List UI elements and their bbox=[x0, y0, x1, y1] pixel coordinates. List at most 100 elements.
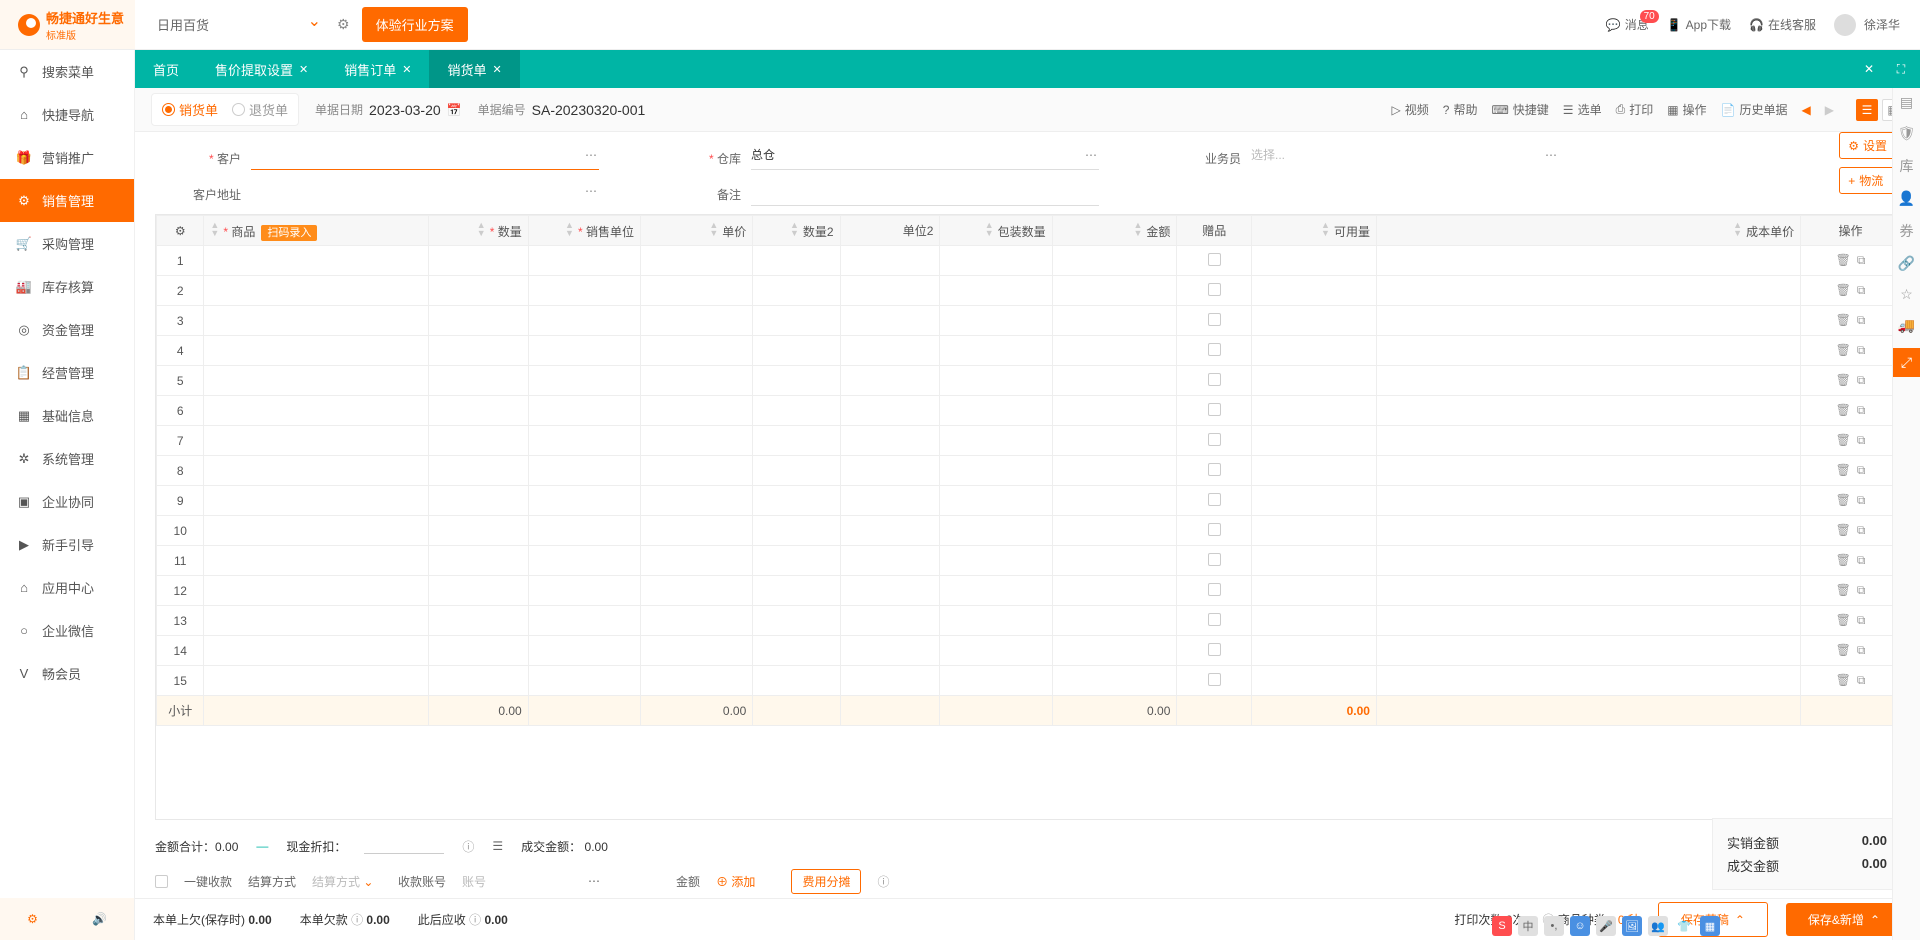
cell-amount[interactable] bbox=[1052, 636, 1177, 666]
cell-cost[interactable] bbox=[1376, 246, 1800, 276]
cell-packqty[interactable] bbox=[940, 306, 1052, 336]
copy-icon[interactable]: ⧉ bbox=[1857, 643, 1866, 657]
cell-unit2[interactable] bbox=[840, 396, 940, 426]
cell-qty2[interactable] bbox=[753, 306, 840, 336]
cell-packqty[interactable] bbox=[940, 426, 1052, 456]
cell-qty[interactable] bbox=[428, 486, 528, 516]
th-avail[interactable]: ▲▼可用量 bbox=[1252, 216, 1377, 246]
cell-qty2[interactable] bbox=[753, 576, 840, 606]
table-row[interactable]: 5🗑⧉ bbox=[157, 366, 1901, 396]
sidebar-item-13[interactable]: ○企业微信 bbox=[0, 609, 134, 652]
help-icon[interactable]: ⓘ bbox=[469, 913, 481, 927]
cell-unit2[interactable] bbox=[840, 666, 940, 696]
checkbox[interactable] bbox=[1208, 583, 1221, 596]
sidebar-item-3[interactable]: ⚙销售管理 bbox=[0, 179, 134, 222]
copy-icon[interactable]: ⧉ bbox=[1857, 373, 1866, 387]
table-row[interactable]: 14🗑⧉ bbox=[157, 636, 1901, 666]
tab-expand-button[interactable]: ⛶ bbox=[1886, 54, 1916, 84]
sidebar-item-1[interactable]: ⌂快捷导航 bbox=[0, 93, 134, 136]
cell-qty[interactable] bbox=[428, 576, 528, 606]
cell-packqty[interactable] bbox=[940, 516, 1052, 546]
cell-amount[interactable] bbox=[1052, 396, 1177, 426]
cell-avail[interactable] bbox=[1252, 426, 1377, 456]
support-button[interactable]: 🎧 在线客服 bbox=[1749, 16, 1816, 33]
cell-amount[interactable] bbox=[1052, 306, 1177, 336]
select-link[interactable]: ☰选单 bbox=[1563, 101, 1602, 118]
checkbox[interactable] bbox=[1208, 373, 1221, 386]
cell-cost[interactable] bbox=[1376, 396, 1800, 426]
warehouse-input[interactable]: 总仓⋯ bbox=[751, 146, 1099, 170]
logo[interactable]: 畅捷通好生意 标准版 bbox=[0, 0, 135, 49]
cell-unit2[interactable] bbox=[840, 486, 940, 516]
cell-amount[interactable] bbox=[1052, 666, 1177, 696]
rail-icon-4[interactable]: 👤 bbox=[1898, 190, 1915, 207]
cell-unit2[interactable] bbox=[840, 456, 940, 486]
cell-unit2[interactable] bbox=[840, 306, 940, 336]
cell-qty[interactable] bbox=[428, 426, 528, 456]
cell-price[interactable] bbox=[641, 306, 753, 336]
cell-unit2[interactable] bbox=[840, 426, 940, 456]
cell-qty[interactable] bbox=[428, 456, 528, 486]
cell-amount[interactable] bbox=[1052, 516, 1177, 546]
sidebar-item-7[interactable]: 📋经营管理 bbox=[0, 351, 134, 394]
close-icon[interactable]: ✕ bbox=[402, 63, 411, 76]
ime-mic-icon[interactable]: 🎤 bbox=[1596, 916, 1616, 936]
cell-price[interactable] bbox=[641, 366, 753, 396]
settle-select[interactable]: 结算方式 ⌄ bbox=[312, 873, 382, 890]
cell-avail[interactable] bbox=[1252, 516, 1377, 546]
copy-icon[interactable]: ⧉ bbox=[1857, 463, 1866, 477]
sidebar-item-4[interactable]: 🛒采购管理 bbox=[0, 222, 134, 265]
rail-icon-1[interactable]: ▤ bbox=[1900, 94, 1913, 111]
cell-price[interactable] bbox=[641, 516, 753, 546]
cell-avail[interactable] bbox=[1252, 576, 1377, 606]
delete-icon[interactable]: 🗑 bbox=[1836, 463, 1851, 477]
checkbox[interactable] bbox=[1208, 403, 1221, 416]
cell-cost[interactable] bbox=[1376, 426, 1800, 456]
cell-unit[interactable] bbox=[528, 426, 640, 456]
cell-gift[interactable] bbox=[1177, 576, 1252, 606]
rail-icon-5[interactable]: 券 bbox=[1900, 221, 1914, 241]
cell-amount[interactable] bbox=[1052, 246, 1177, 276]
cell-product[interactable] bbox=[204, 426, 429, 456]
cell-product[interactable] bbox=[204, 636, 429, 666]
radio-return[interactable]: 退货单 bbox=[232, 100, 288, 119]
lookup-icon[interactable]: ⋯ bbox=[585, 184, 597, 198]
cell-product[interactable] bbox=[204, 276, 429, 306]
cell-unit[interactable] bbox=[528, 486, 640, 516]
cell-product[interactable] bbox=[204, 576, 429, 606]
next-icon[interactable]: ▶ bbox=[1825, 103, 1834, 117]
save-new-button[interactable]: 保存&新增⌃ bbox=[1786, 903, 1902, 936]
cell-gift[interactable] bbox=[1177, 546, 1252, 576]
lookup-icon[interactable]: ⋯ bbox=[585, 148, 597, 162]
table-row[interactable]: 12🗑⧉ bbox=[157, 576, 1901, 606]
cell-unit[interactable] bbox=[528, 366, 640, 396]
cell-cost[interactable] bbox=[1376, 486, 1800, 516]
salesman-input[interactable]: 选择...⋯ bbox=[1251, 146, 1559, 170]
cell-qty2[interactable] bbox=[753, 426, 840, 456]
cell-packqty[interactable] bbox=[940, 546, 1052, 576]
cell-amount[interactable] bbox=[1052, 546, 1177, 576]
delete-icon[interactable]: 🗑 bbox=[1836, 553, 1851, 567]
copy-icon[interactable]: ⧉ bbox=[1857, 673, 1866, 687]
cell-qty2[interactable] bbox=[753, 366, 840, 396]
copy-icon[interactable]: ⧉ bbox=[1857, 313, 1866, 327]
table-row[interactable]: 7🗑⧉ bbox=[157, 426, 1901, 456]
copy-icon[interactable]: ⧉ bbox=[1857, 403, 1866, 417]
copy-icon[interactable]: ⧉ bbox=[1857, 253, 1866, 267]
table-row[interactable]: 2🗑⧉ bbox=[157, 276, 1901, 306]
onekey-checkbox[interactable] bbox=[155, 875, 168, 888]
cell-cost[interactable] bbox=[1376, 606, 1800, 636]
tab-3[interactable]: 销货单✕ bbox=[429, 50, 519, 88]
user-menu[interactable]: 徐泽华 bbox=[1834, 14, 1900, 36]
delete-icon[interactable]: 🗑 bbox=[1836, 433, 1851, 447]
table-row[interactable]: 9🗑⧉ bbox=[157, 486, 1901, 516]
cell-cost[interactable] bbox=[1376, 636, 1800, 666]
cell-gift[interactable] bbox=[1177, 396, 1252, 426]
tab-close-button[interactable]: ✕ bbox=[1854, 54, 1884, 84]
cell-price[interactable] bbox=[641, 246, 753, 276]
cell-product[interactable] bbox=[204, 366, 429, 396]
ops-link[interactable]: ▦操作 bbox=[1667, 101, 1706, 118]
ime-lang-icon[interactable]: 中 bbox=[1518, 916, 1538, 936]
delete-icon[interactable]: 🗑 bbox=[1836, 343, 1851, 357]
cell-avail[interactable] bbox=[1252, 246, 1377, 276]
